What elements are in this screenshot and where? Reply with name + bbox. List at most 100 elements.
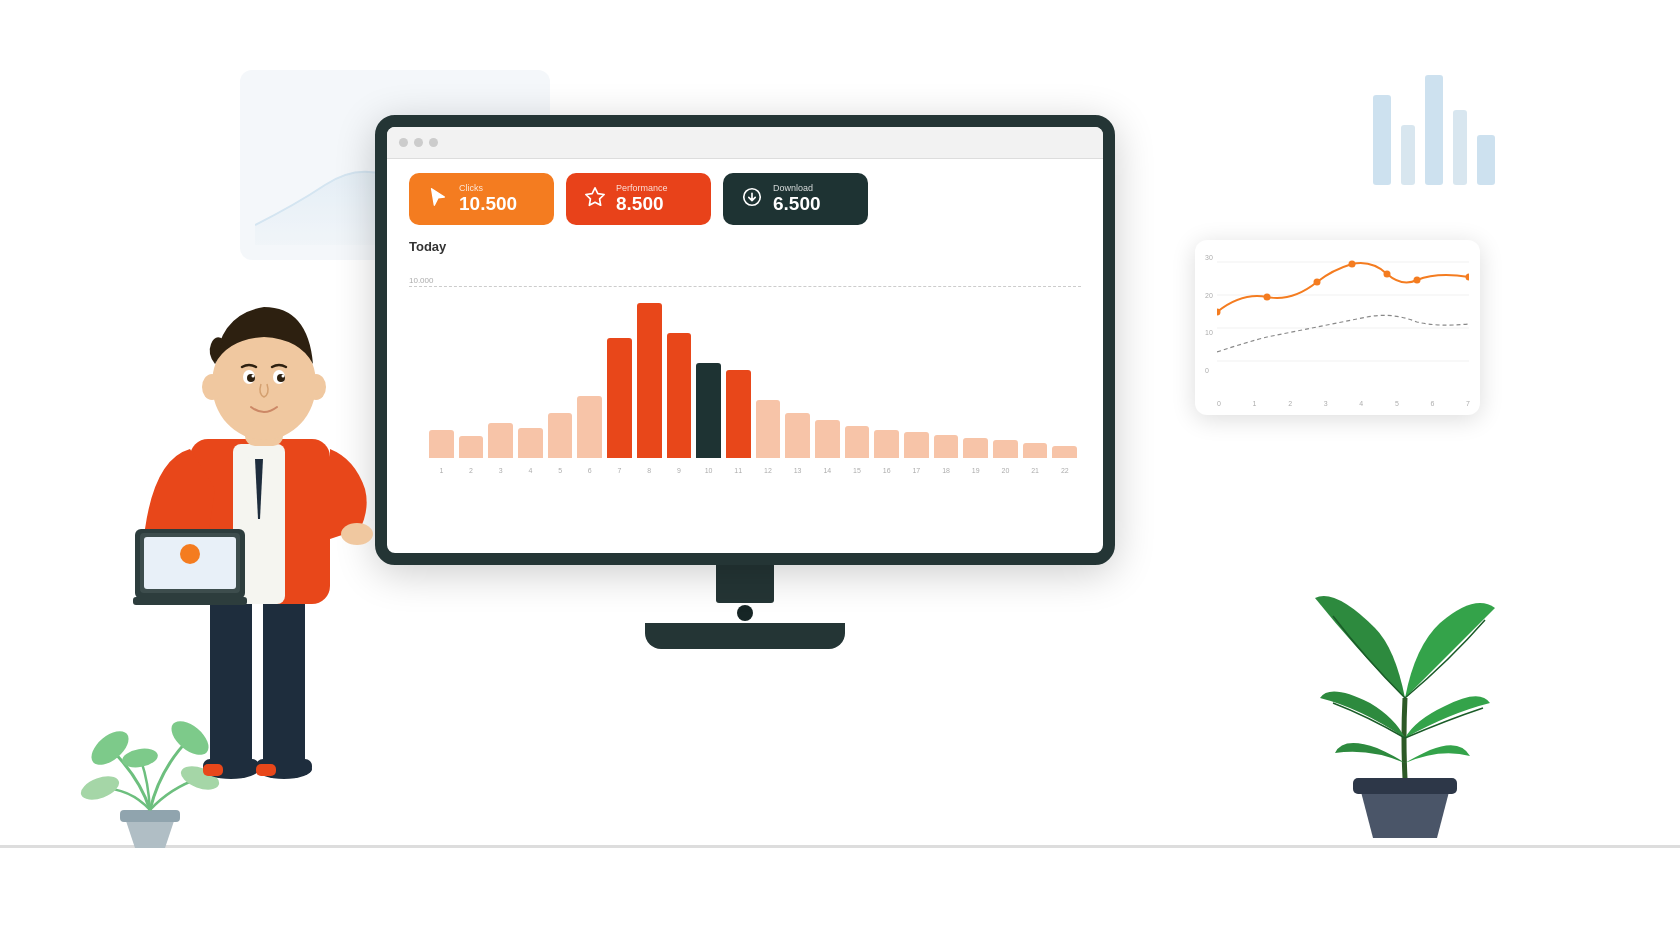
clicks-value: 10.500 — [459, 193, 517, 215]
bar-5 — [548, 413, 573, 458]
svg-point-9 — [1384, 271, 1391, 278]
bar-3 — [488, 423, 513, 458]
x-7: 7 — [607, 467, 632, 474]
bar-13 — [785, 413, 810, 458]
bg-bars-right — [1373, 55, 1495, 185]
svg-rect-12 — [210, 589, 252, 769]
svg-point-8 — [1349, 261, 1356, 268]
bar-4 — [518, 428, 543, 458]
bg-bar-5 — [1477, 135, 1495, 185]
x-18: 18 — [934, 467, 959, 474]
bar-14 — [815, 420, 840, 458]
download-card: Download 6.500 — [723, 173, 868, 225]
x-10: 10 — [696, 467, 721, 474]
svg-point-11 — [1466, 274, 1470, 281]
monitor-button — [737, 605, 753, 621]
dot-2 — [414, 138, 423, 147]
x-13: 13 — [785, 467, 810, 474]
svg-point-7 — [1314, 279, 1321, 286]
bar-17 — [904, 432, 929, 458]
x-5: 5 — [548, 467, 573, 474]
x-19: 19 — [963, 467, 988, 474]
bar-21 — [1023, 443, 1048, 458]
chart-section: Today 10.000 — [409, 239, 1081, 478]
svg-point-30 — [341, 523, 373, 545]
svg-rect-13 — [263, 589, 305, 769]
x-12: 12 — [756, 467, 781, 474]
mini-chart-x-labels: 0 1 2 3 4 5 6 7 — [1217, 400, 1470, 407]
bar-12 — [756, 400, 781, 458]
y-0: 0 — [1205, 367, 1213, 374]
scene: Clicks 10.500 Performance — [0, 0, 1680, 945]
svg-rect-47 — [1353, 778, 1457, 794]
svg-rect-16 — [203, 764, 223, 776]
clicks-text: Clicks 10.500 — [459, 183, 517, 215]
bar-15 — [845, 426, 870, 458]
performance-value: 8.500 — [616, 193, 668, 215]
svg-point-6 — [1264, 294, 1271, 301]
svg-rect-29 — [133, 597, 247, 605]
chart-wrapper: 10.000 — [409, 258, 1081, 478]
x-2: 2 — [459, 467, 484, 474]
download-icon — [741, 186, 763, 213]
svg-point-38 — [282, 375, 285, 378]
cursor-icon — [427, 186, 449, 213]
download-text: Download 6.500 — [773, 183, 821, 215]
x-16: 16 — [874, 467, 899, 474]
person-illustration — [115, 219, 405, 849]
performance-text: Performance 8.500 — [616, 183, 668, 215]
y-30: 30 — [1205, 254, 1213, 261]
dot-3 — [429, 138, 438, 147]
mx-3: 3 — [1324, 400, 1328, 407]
clicks-label: Clicks — [459, 183, 517, 193]
bg-bar-2 — [1401, 125, 1415, 185]
monitor-titlebar — [387, 127, 1103, 159]
star-icon — [584, 186, 606, 213]
mini-chart-svg — [1217, 252, 1469, 382]
x-6: 6 — [577, 467, 602, 474]
bar-18 — [934, 435, 959, 458]
bar-6 — [577, 396, 602, 458]
bar-9 — [667, 333, 692, 458]
y-20: 20 — [1205, 292, 1213, 299]
x-1: 1 — [429, 467, 454, 474]
download-value: 6.500 — [773, 193, 821, 215]
svg-point-37 — [252, 375, 255, 378]
download-label: Download — [773, 183, 821, 193]
svg-point-10 — [1414, 277, 1421, 284]
bar-16 — [874, 430, 899, 458]
x-17: 17 — [904, 467, 929, 474]
x-21: 21 — [1023, 467, 1048, 474]
x-22: 22 — [1052, 467, 1077, 474]
monitor-base — [645, 623, 845, 649]
plant-right — [1295, 498, 1515, 848]
bg-bar-4 — [1453, 110, 1467, 185]
mx-0: 0 — [1217, 400, 1221, 407]
bar-1 — [429, 430, 454, 458]
x-9: 9 — [667, 467, 692, 474]
x-8: 8 — [637, 467, 662, 474]
bars-area — [429, 283, 1077, 458]
x-4: 4 — [518, 467, 543, 474]
bar-20 — [993, 440, 1018, 458]
bg-bar-3 — [1425, 75, 1443, 185]
x-14: 14 — [815, 467, 840, 474]
mx-1: 1 — [1253, 400, 1257, 407]
svg-point-28 — [180, 544, 200, 564]
bar-2 — [459, 436, 484, 458]
performance-label: Performance — [616, 183, 668, 193]
y-reference-line — [409, 286, 1081, 287]
bar-10 — [696, 363, 721, 458]
monitor: Clicks 10.500 Performance — [375, 115, 1115, 649]
y-10: 10 — [1205, 329, 1213, 336]
bar-7 — [607, 338, 632, 458]
bar-22 — [1052, 446, 1077, 458]
bg-bar-1 — [1373, 95, 1391, 185]
mx-4: 4 — [1359, 400, 1363, 407]
mx-6: 6 — [1430, 400, 1434, 407]
monitor-screen: Clicks 10.500 Performance — [375, 115, 1115, 565]
mx-2: 2 — [1288, 400, 1292, 407]
stat-cards-row: Clicks 10.500 Performance — [409, 173, 1081, 225]
mx-5: 5 — [1395, 400, 1399, 407]
monitor-neck — [716, 565, 774, 603]
